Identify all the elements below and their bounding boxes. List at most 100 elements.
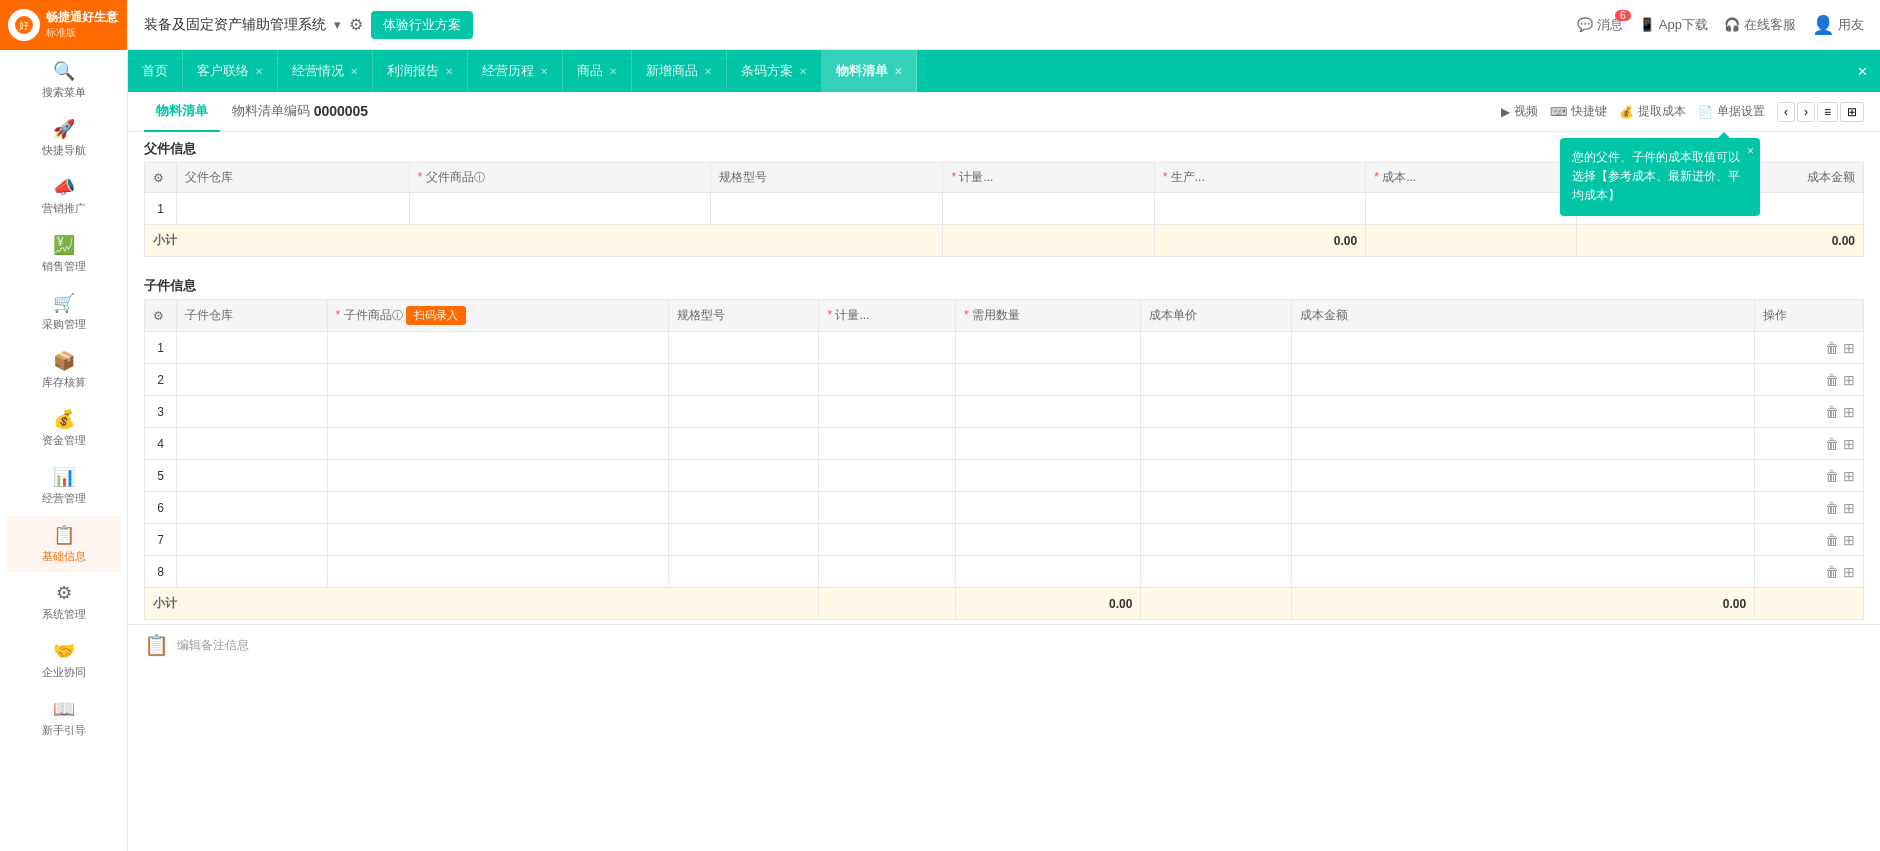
- child-cell-qty-5[interactable]: [956, 460, 1141, 492]
- child-cell-product-6[interactable]: [327, 492, 668, 524]
- child-cell-product-5[interactable]: [327, 460, 668, 492]
- child-cell-unit-6[interactable]: [819, 492, 956, 524]
- child-cell-unitcost-2[interactable]: [1141, 364, 1292, 396]
- child-col-settings[interactable]: ⚙: [145, 300, 177, 332]
- nav-tab-4[interactable]: 经营历程✕: [468, 50, 563, 92]
- prev-page-btn[interactable]: ‹: [1777, 102, 1795, 122]
- sub-tab-code[interactable]: 物料清单编码 0000005: [220, 92, 380, 132]
- nav-tab-close-4[interactable]: ✕: [540, 66, 548, 77]
- doc-settings-tool[interactable]: 📄 单据设置: [1698, 103, 1765, 120]
- child-cell-spec-4[interactable]: [668, 428, 819, 460]
- child-cell-warehouse-6[interactable]: [177, 492, 328, 524]
- delete-icon-8[interactable]: 🗑: [1825, 564, 1839, 580]
- parent-cell-product[interactable]: [409, 193, 710, 225]
- dropdown-icon[interactable]: ▾: [334, 17, 341, 32]
- delete-icon-1[interactable]: 🗑: [1825, 340, 1839, 356]
- child-cell-unit-3[interactable]: [819, 396, 956, 428]
- copy-icon-6[interactable]: ⊞: [1843, 500, 1855, 516]
- sidebar-item-2[interactable]: 📣营销推广: [6, 168, 121, 224]
- nav-tab-close-2[interactable]: ✕: [350, 66, 358, 77]
- child-cell-product-8[interactable]: [327, 556, 668, 588]
- nav-tab-close-1[interactable]: ✕: [255, 66, 263, 77]
- child-cell-product-2[interactable]: [327, 364, 668, 396]
- sidebar-item-5[interactable]: 📦库存核算: [6, 342, 121, 398]
- child-cell-unitcost-7[interactable]: [1141, 524, 1292, 556]
- child-cell-warehouse-1[interactable]: [177, 332, 328, 364]
- copy-icon-1[interactable]: ⊞: [1843, 340, 1855, 356]
- cost-tool[interactable]: 💰 提取成本: [1619, 103, 1686, 120]
- video-tool[interactable]: ▶ 视频: [1501, 103, 1538, 120]
- note-label[interactable]: 编辑备注信息: [177, 637, 249, 654]
- delete-icon-3[interactable]: 🗑: [1825, 404, 1839, 420]
- nav-tab-7[interactable]: 条码方案✕: [727, 50, 822, 92]
- child-cell-unit-5[interactable]: [819, 460, 956, 492]
- child-cell-unit-7[interactable]: [819, 524, 956, 556]
- child-cell-spec-2[interactable]: [668, 364, 819, 396]
- copy-icon-5[interactable]: ⊞: [1843, 468, 1855, 484]
- child-cell-warehouse-4[interactable]: [177, 428, 328, 460]
- sidebar-item-7[interactable]: 📊经营管理: [6, 458, 121, 514]
- sidebar-item-1[interactable]: 🚀快捷导航: [6, 110, 121, 166]
- delete-icon-2[interactable]: 🗑: [1825, 372, 1839, 388]
- nav-tab-close-5[interactable]: ✕: [609, 66, 617, 77]
- child-cell-unit-4[interactable]: [819, 428, 956, 460]
- parent-cell-produce[interactable]: [1154, 193, 1365, 225]
- sidebar-item-9[interactable]: ⚙系统管理: [6, 574, 121, 630]
- sub-tab-list[interactable]: 物料清单: [144, 92, 220, 132]
- child-cell-qty-8[interactable]: [956, 556, 1141, 588]
- user-item[interactable]: 👤 用友: [1812, 14, 1864, 36]
- child-cell-qty-4[interactable]: [956, 428, 1141, 460]
- child-cell-qty-3[interactable]: [956, 396, 1141, 428]
- sidebar-item-4[interactable]: 🛒采购管理: [6, 284, 121, 340]
- child-cell-qty-7[interactable]: [956, 524, 1141, 556]
- message-item[interactable]: 💬 消息 6: [1577, 16, 1623, 34]
- nav-tab-0[interactable]: 首页: [128, 50, 183, 92]
- copy-icon-7[interactable]: ⊞: [1843, 532, 1855, 548]
- nav-tab-5[interactable]: 商品✕: [563, 50, 632, 92]
- child-cell-unit-2[interactable]: [819, 364, 956, 396]
- copy-icon-8[interactable]: ⊞: [1843, 564, 1855, 580]
- nav-tab-close-3[interactable]: ✕: [445, 66, 453, 77]
- child-cell-spec-1[interactable]: [668, 332, 819, 364]
- sidebar-item-11[interactable]: 📖新手引导: [6, 690, 121, 746]
- child-cell-spec-8[interactable]: [668, 556, 819, 588]
- child-cell-unit-8[interactable]: [819, 556, 956, 588]
- next-page-btn[interactable]: ›: [1797, 102, 1815, 122]
- child-cell-warehouse-5[interactable]: [177, 460, 328, 492]
- app-download-item[interactable]: 📱 App下载: [1639, 16, 1708, 34]
- child-cell-product-4[interactable]: [327, 428, 668, 460]
- sidebar-item-6[interactable]: 💰资金管理: [6, 400, 121, 456]
- child-cell-spec-3[interactable]: [668, 396, 819, 428]
- child-cell-spec-6[interactable]: [668, 492, 819, 524]
- scan-button[interactable]: 扫码录入: [406, 306, 466, 325]
- sidebar-item-10[interactable]: 🤝企业协同: [6, 632, 121, 688]
- child-cell-product-1[interactable]: [327, 332, 668, 364]
- nav-tab-3[interactable]: 利润报告✕: [373, 50, 468, 92]
- copy-icon-3[interactable]: ⊞: [1843, 404, 1855, 420]
- delete-icon-4[interactable]: 🗑: [1825, 436, 1839, 452]
- child-cell-unitcost-4[interactable]: [1141, 428, 1292, 460]
- child-cell-warehouse-8[interactable]: [177, 556, 328, 588]
- delete-icon-6[interactable]: 🗑: [1825, 500, 1839, 516]
- child-cell-spec-7[interactable]: [668, 524, 819, 556]
- nav-tab-close-7[interactable]: ✕: [799, 66, 807, 77]
- parent-cell-unit[interactable]: [943, 193, 1154, 225]
- child-cell-spec-5[interactable]: [668, 460, 819, 492]
- sidebar-item-3[interactable]: 💹销售管理: [6, 226, 121, 282]
- nav-tab-2[interactable]: 经营情况✕: [278, 50, 373, 92]
- copy-icon-2[interactable]: ⊞: [1843, 372, 1855, 388]
- list-view-btn[interactable]: ≡: [1817, 102, 1838, 122]
- sidebar-item-0[interactable]: 🔍搜索菜单: [6, 52, 121, 108]
- child-cell-unit-1[interactable]: [819, 332, 956, 364]
- child-cell-unitcost-3[interactable]: [1141, 396, 1292, 428]
- expand-btn[interactable]: ⊞: [1840, 102, 1864, 122]
- child-cell-unitcost-8[interactable]: [1141, 556, 1292, 588]
- child-cell-unitcost-6[interactable]: [1141, 492, 1292, 524]
- shortcut-tool[interactable]: ⌨ 快捷键: [1550, 103, 1607, 120]
- nav-tab-1[interactable]: 客户联络✕: [183, 50, 278, 92]
- settings-icon[interactable]: ⚙: [349, 15, 363, 34]
- child-cell-warehouse-7[interactable]: [177, 524, 328, 556]
- online-service-item[interactable]: 🎧 在线客服: [1724, 16, 1796, 34]
- nav-tab-8[interactable]: 物料清单✕: [822, 50, 917, 92]
- nav-tab-6[interactable]: 新增商品✕: [632, 50, 727, 92]
